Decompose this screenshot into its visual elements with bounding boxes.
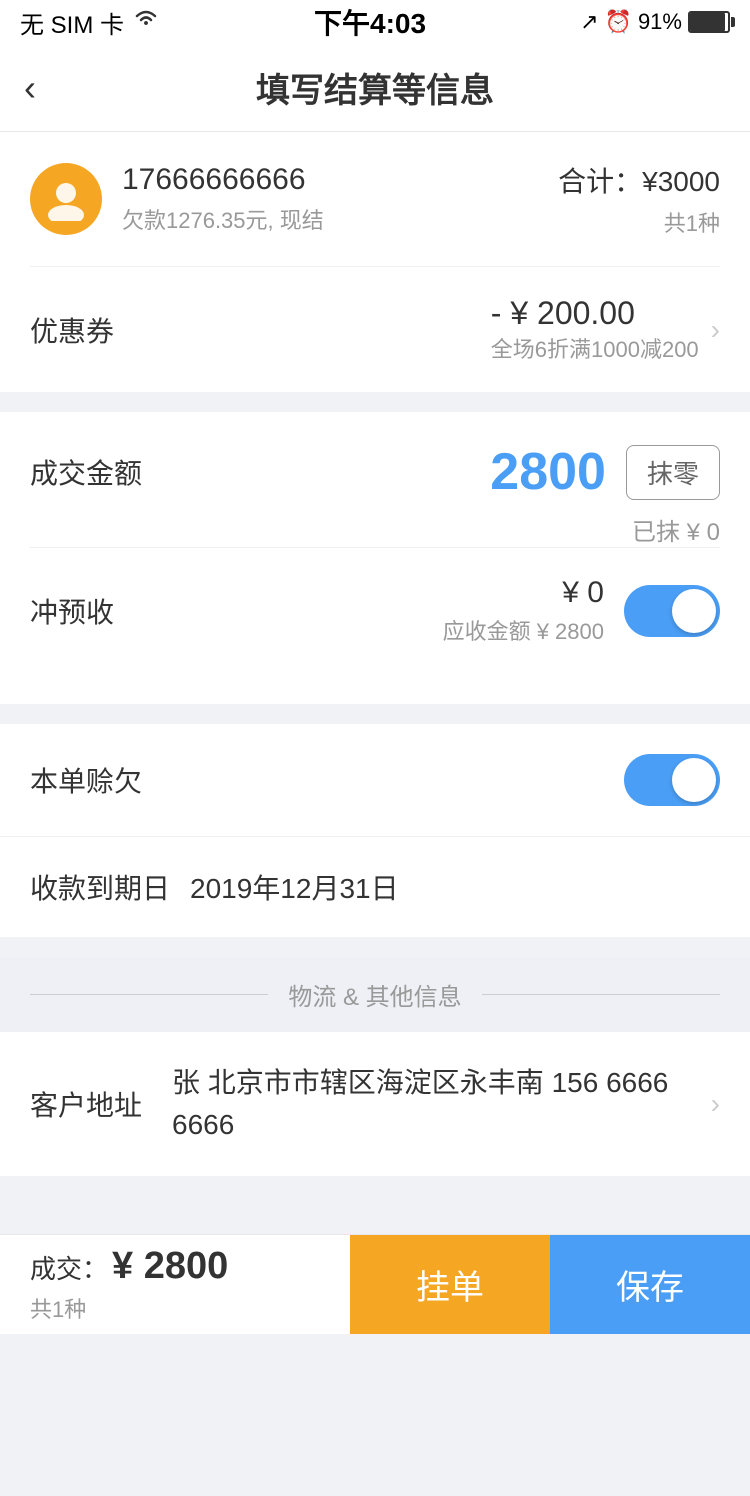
battery-icon — [688, 11, 730, 33]
location-icon: ↗ — [580, 9, 598, 35]
hold-button[interactable]: 挂单 — [350, 1235, 550, 1334]
debit-label: 本单赊欠 — [30, 760, 142, 800]
duedate-label: 收款到期日 — [30, 867, 170, 907]
coupon-desc: 全场6折满1000减200 — [491, 332, 699, 364]
customer-debt: 欠款1276.35元, 现结 — [122, 203, 324, 235]
alarm-icon: ⏰ — [605, 9, 632, 35]
logistics-divider: 物流 & 其他信息 — [0, 957, 750, 1032]
precharge-right: ¥ 0 应收金额 ¥ 2800 — [443, 576, 720, 646]
debit-section: 本单赊欠 — [0, 724, 750, 836]
customer-info: 17666666666 欠款1276.35元, 现结 — [122, 163, 324, 235]
address-chevron-icon: › — [711, 1088, 720, 1120]
status-right: ↗ ⏰ 91% — [580, 9, 730, 35]
avatar-icon — [44, 177, 88, 221]
status-left: 无 SIM 卡 — [20, 5, 160, 40]
divider-line-right — [482, 994, 720, 995]
status-time: 下午4:03 — [314, 2, 426, 42]
erased-label: 已抹 ¥ 0 — [632, 519, 720, 546]
deal-amount: ¥ 2800 — [112, 1245, 228, 1288]
transaction-section: 成交金额 2800 抹零 已抹 ¥ 0 冲预收 ¥ 0 应收金额 ¥ 2800 — [0, 412, 750, 704]
section-gap-3 — [0, 937, 750, 957]
precharge-row: 冲预收 ¥ 0 应收金额 ¥ 2800 — [30, 547, 720, 674]
transaction-label: 成交金额 — [30, 452, 142, 492]
section-gap-2 — [0, 704, 750, 724]
coupon-row[interactable]: 优惠券 - ¥ 200.00 全场6折满1000减200 › — [30, 267, 720, 392]
divider-line-left — [30, 994, 268, 995]
status-bar: 无 SIM 卡 下午4:03 ↗ ⏰ 91% — [0, 0, 750, 44]
page-title: 填写结算等信息 — [256, 63, 494, 112]
customer-section: 17666666666 欠款1276.35元, 现结 合计：¥3000 共1种 — [0, 132, 750, 267]
coupon-discount: - ¥ 200.00 — [491, 295, 699, 332]
section-gap-1 — [0, 392, 750, 412]
debit-toggle-knob — [672, 758, 716, 802]
total-amount: 合计：¥3000 — [558, 160, 720, 200]
address-label: 客户地址 — [30, 1084, 142, 1124]
avatar — [30, 163, 102, 235]
toggle-knob — [672, 589, 716, 633]
precharge-value: ¥ 0 — [443, 576, 604, 610]
amount-right: 2800 抹零 — [490, 442, 720, 502]
duedate-row: 收款到期日 2019年12月31日 — [30, 867, 720, 907]
precharge-label: 冲预收 — [30, 591, 114, 631]
duedate-value: 2019年12月31日 — [190, 867, 399, 907]
bottom-spacer — [0, 1396, 750, 1496]
amount-row: 成交金额 2800 抹零 — [30, 442, 720, 502]
precharge-receivable: 应收金额 ¥ 2800 — [443, 614, 604, 646]
address-content: 张 北京市市辖区海淀区永丰南 156 6666 6666 — [172, 1062, 711, 1146]
bottom-count: 共1种 — [30, 1292, 320, 1324]
address-section[interactable]: 客户地址 张 北京市市辖区海淀区永丰南 156 6666 6666 › — [0, 1032, 750, 1176]
sim-status: 无 SIM 卡 — [20, 5, 124, 40]
back-button[interactable]: ‹ — [24, 67, 36, 109]
precharge-toggle[interactable] — [624, 585, 720, 637]
customer-phone: 17666666666 — [122, 163, 324, 197]
bottom-deal-row: 成交： ¥ 2800 — [30, 1245, 320, 1288]
coupon-label: 优惠券 — [30, 310, 114, 350]
customer-right: 合计：¥3000 共1种 — [558, 160, 720, 238]
duedate-section: 收款到期日 2019年12月31日 — [0, 836, 750, 937]
coupon-right: - ¥ 200.00 全场6折满1000减200 › — [491, 295, 720, 364]
bottom-info: 成交： ¥ 2800 共1种 — [0, 1235, 350, 1334]
chevron-right-icon: › — [711, 314, 720, 346]
debit-toggle[interactable] — [624, 754, 720, 806]
transaction-amount: 2800 — [490, 442, 606, 502]
nav-bar: ‹ 填写结算等信息 — [0, 44, 750, 132]
deal-label: 成交： — [30, 1249, 108, 1286]
divider-text: 物流 & 其他信息 — [288, 977, 461, 1012]
battery-percent: 91% — [638, 9, 682, 35]
total-count: 共1种 — [558, 206, 720, 238]
customer-left: 17666666666 欠款1276.35元, 现结 — [30, 163, 324, 235]
save-button[interactable]: 保存 — [550, 1235, 750, 1334]
customer-row: 17666666666 欠款1276.35元, 现结 合计：¥3000 共1种 — [30, 132, 720, 267]
erased-row: 已抹 ¥ 0 — [30, 512, 720, 547]
coupon-section: 优惠券 - ¥ 200.00 全场6折满1000减200 › — [0, 267, 750, 392]
round-button[interactable]: 抹零 — [626, 445, 720, 500]
wifi-icon — [132, 8, 160, 36]
bottom-bar: 成交： ¥ 2800 共1种 挂单 保存 — [0, 1234, 750, 1334]
